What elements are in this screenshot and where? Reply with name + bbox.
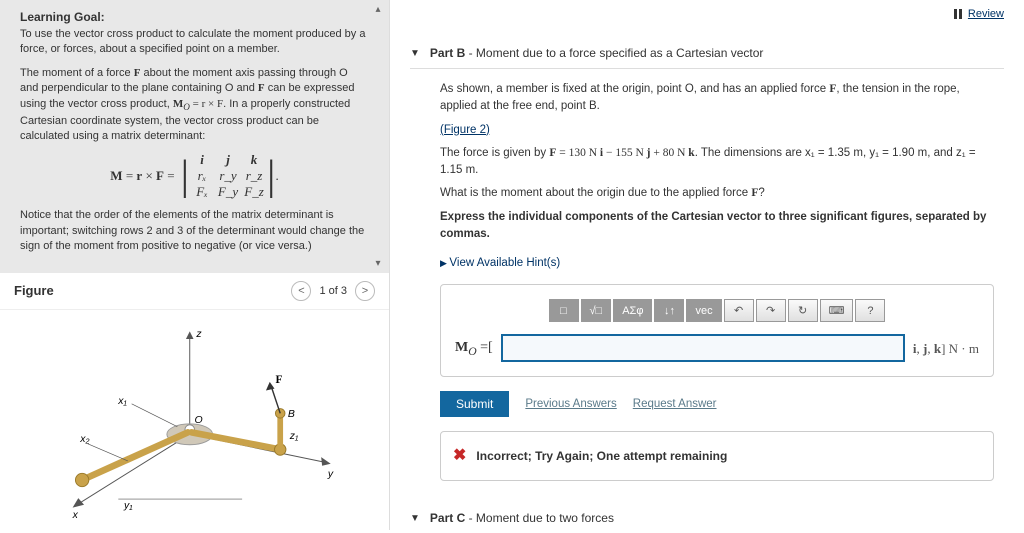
part-b-body: As shown, a member is fixed at the origi… bbox=[410, 81, 1004, 491]
part-c-header[interactable]: ▼ Part C - Moment due to two forces bbox=[410, 503, 1004, 530]
learning-goal-section: ▴ ▾ Learning Goal: To use the vector cro… bbox=[0, 0, 389, 273]
figure-title: Figure bbox=[14, 283, 54, 298]
tool-keyboard-button[interactable]: ⌨ bbox=[820, 299, 854, 322]
scroll-down-icon[interactable]: ▾ bbox=[375, 258, 380, 269]
submit-row: Submit Previous Answers Request Answer bbox=[440, 391, 994, 417]
svg-text:F: F bbox=[275, 373, 282, 385]
svg-text:O: O bbox=[195, 414, 203, 425]
figure-nav: < 1 of 3 > bbox=[291, 281, 375, 301]
tool-vec-button[interactable]: vec bbox=[686, 299, 721, 322]
review-link[interactable]: Review bbox=[410, 8, 1004, 20]
answer-input[interactable] bbox=[501, 334, 905, 362]
answer-input-row: MO =[ i, j, k] N · m bbox=[455, 334, 979, 362]
figure-counter: 1 of 3 bbox=[319, 285, 347, 297]
part-c-title: Part C - Moment due to two forces bbox=[430, 511, 614, 525]
figure-next-button[interactable]: > bbox=[355, 281, 375, 301]
caret-down-icon: ▼ bbox=[410, 513, 420, 524]
tool-subscript-button[interactable]: ↓↑ bbox=[654, 299, 684, 322]
svg-text:x: x bbox=[72, 510, 79, 520]
part-b-header[interactable]: ▼ Part B - Moment due to a force specifi… bbox=[410, 38, 1004, 69]
svg-text:z: z bbox=[195, 329, 202, 340]
mo-label: MO =[ bbox=[455, 337, 493, 360]
figure-diagram: z y x O B F x₁ bbox=[10, 320, 379, 520]
matrix-equation: M = r × F = | ijk rₓr_yr_z FₓF_yF_z |. bbox=[20, 152, 369, 200]
figure-body: z y x O B F x₁ bbox=[0, 310, 389, 533]
tool-greek-button[interactable]: ΑΣφ bbox=[613, 299, 652, 322]
scroll-up-icon[interactable]: ▴ bbox=[375, 4, 380, 15]
incorrect-icon: ✖ bbox=[453, 444, 466, 468]
figure-header: Figure < 1 of 3 > bbox=[0, 273, 389, 310]
svg-text:y: y bbox=[327, 469, 334, 480]
goal-paragraph-4: Notice that the order of the elements of… bbox=[20, 208, 369, 254]
unit-label: i, j, k] N · m bbox=[913, 339, 979, 359]
tool-reset-button[interactable]: ↻ bbox=[788, 299, 818, 322]
left-panel: ▴ ▾ Learning Goal: To use the vector cro… bbox=[0, 0, 390, 530]
tool-help-button[interactable]: ? bbox=[855, 299, 885, 322]
view-hints-link[interactable]: View Available Hint(s) bbox=[440, 255, 560, 272]
feedback-box: ✖ Incorrect; Try Again; One attempt rema… bbox=[440, 431, 994, 481]
submit-button[interactable]: Submit bbox=[440, 391, 509, 417]
part-b-title: Part B - Moment due to a force specified… bbox=[430, 46, 764, 60]
svg-text:y₁: y₁ bbox=[123, 500, 133, 511]
goal-paragraph-1: To use the vector cross product to calcu… bbox=[20, 27, 369, 58]
partb-p2: The force is given by F = 130 N i − 155 … bbox=[440, 145, 994, 180]
partb-p1: As shown, a member is fixed at the origi… bbox=[440, 81, 994, 116]
partb-instruction: Express the individual components of the… bbox=[440, 209, 994, 244]
learning-goal-heading: Learning Goal: bbox=[20, 10, 369, 24]
caret-down-icon: ▼ bbox=[410, 48, 420, 59]
review-icon bbox=[954, 9, 964, 19]
goal-scrollbar[interactable]: ▴ ▾ bbox=[371, 4, 385, 269]
equation-toolbar: □ √□ ΑΣφ ↓↑ vec ↶ ↷ ↻ ⌨ ? bbox=[455, 299, 979, 322]
previous-answers-link[interactable]: Previous Answers bbox=[525, 396, 616, 413]
goal-paragraph-2: The moment of a force F about the moment… bbox=[20, 66, 369, 145]
partb-question: What is the moment about the origin due … bbox=[440, 185, 994, 202]
tool-template-button[interactable]: □ bbox=[549, 299, 579, 322]
svg-text:z₁: z₁ bbox=[289, 431, 299, 442]
svg-text:B: B bbox=[288, 409, 295, 420]
figure-prev-button[interactable]: < bbox=[291, 281, 311, 301]
tool-sqrt-button[interactable]: √□ bbox=[581, 299, 612, 322]
figure-2-link[interactable]: (Figure 2) bbox=[440, 124, 490, 136]
tool-undo-button[interactable]: ↶ bbox=[724, 299, 754, 322]
svg-text:x₂: x₂ bbox=[79, 433, 89, 444]
tool-redo-button[interactable]: ↷ bbox=[756, 299, 786, 322]
right-panel: Review ▼ Part B - Moment due to a force … bbox=[390, 0, 1024, 530]
request-answer-link[interactable]: Request Answer bbox=[633, 396, 717, 413]
answer-box: □ √□ ΑΣφ ↓↑ vec ↶ ↷ ↻ ⌨ ? MO =[ i, j, k]… bbox=[440, 284, 994, 377]
feedback-text: Incorrect; Try Again; One attempt remain… bbox=[476, 447, 727, 465]
svg-text:x₁: x₁ bbox=[117, 395, 127, 406]
